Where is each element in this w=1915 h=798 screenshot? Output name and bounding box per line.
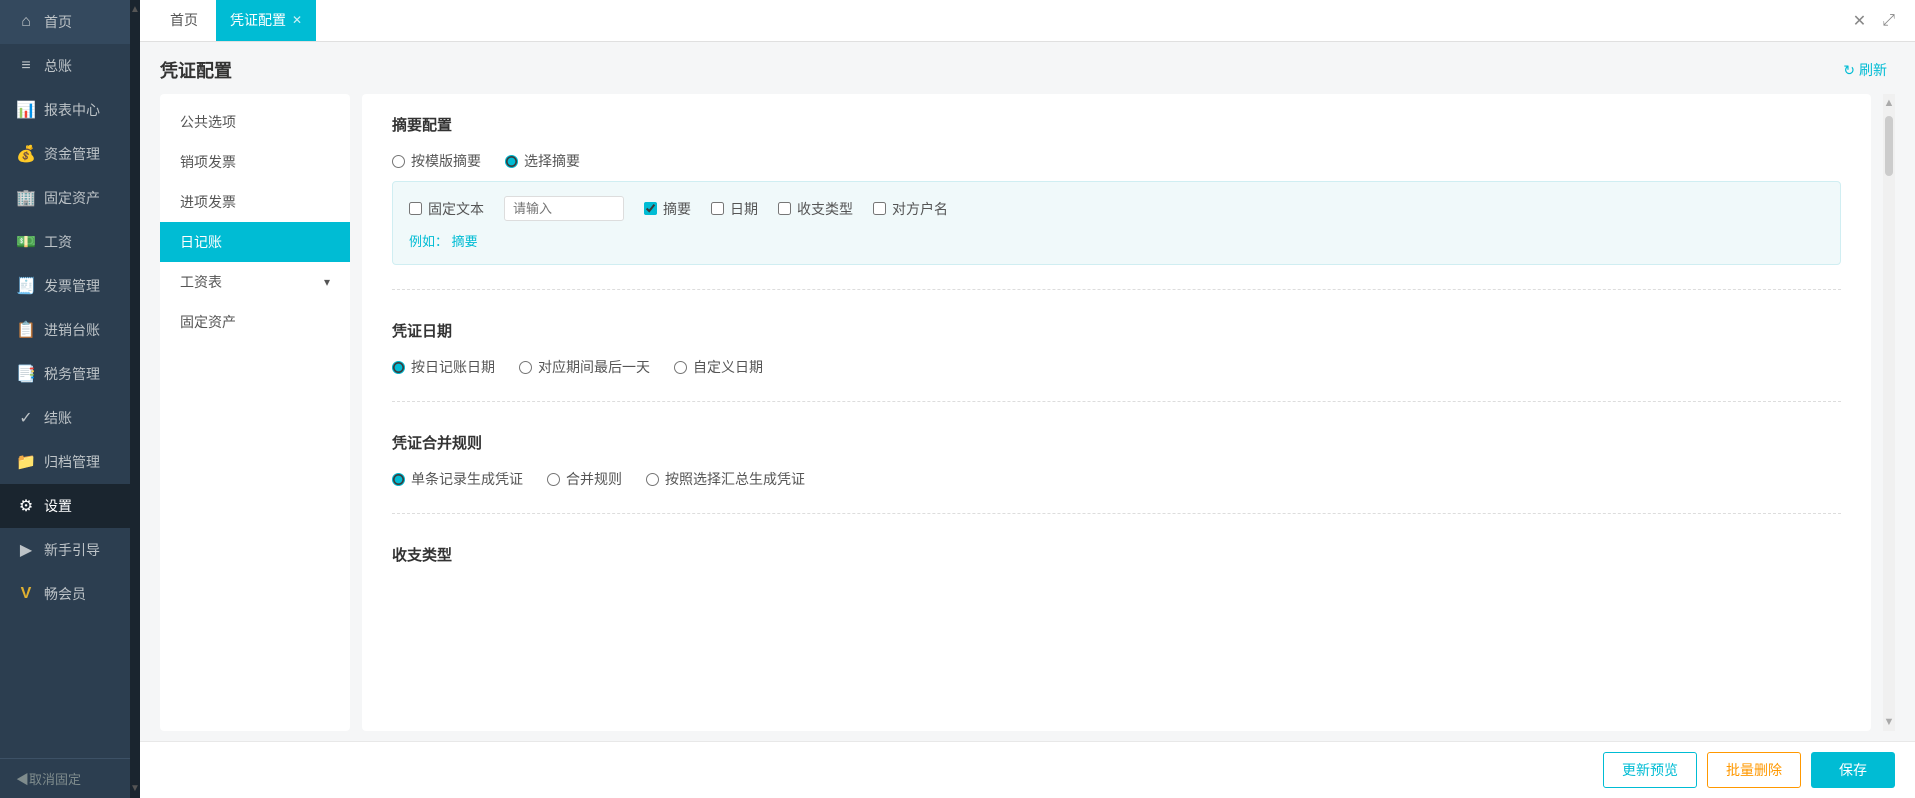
main-area: 首页 凭证配置 ✕ ✕ ⤢ 凭证配置 ↻ 刷新 公共选项 销项发票 进 <box>140 0 1915 798</box>
tab-close-window-button[interactable]: ✕ <box>1849 9 1870 33</box>
merge-radio-single[interactable]: 单条记录生成凭证 <box>392 469 523 489</box>
save-button[interactable]: 保存 <box>1811 752 1895 788</box>
summary-section-title: 摘要配置 <box>392 114 1841 135</box>
content-layout: 公共选项 销项发票 进项发票 日记账 工资表 ▾ 固定资产 摘要配置 <box>140 84 1915 741</box>
unpin-sidebar-button[interactable]: ◀取消固定 <box>0 758 130 798</box>
scroll-up-arrow[interactable]: ▲ <box>1884 94 1895 112</box>
voucher-date-section: 凭证日期 按日记账日期 对应期间最后一天 自定义日期 <box>392 320 1841 402</box>
summary-radio-template[interactable]: 按模版摘要 <box>392 151 481 171</box>
invoice-icon: 🧾 <box>16 276 36 296</box>
tab-resize-button[interactable]: ⤢ <box>1878 10 1899 32</box>
home-icon: ⌂ <box>16 13 36 31</box>
batch-delete-button[interactable]: 批量删除 <box>1707 752 1801 788</box>
purchase-icon: 📋 <box>16 320 36 340</box>
vip-icon: V <box>16 585 36 603</box>
summary-checkboxes: 固定文本 摘要 日期 收支类型 <box>409 196 1824 221</box>
update-preview-button[interactable]: 更新预览 <box>1603 752 1697 788</box>
left-nav-payroll[interactable]: 工资表 ▾ <box>160 262 350 302</box>
reports-icon: 📊 <box>16 100 36 120</box>
archive-icon: 📁 <box>16 452 36 472</box>
outer-scrollbar: ▲ ▼ <box>1883 94 1895 731</box>
left-nav: 公共选项 销项发票 进项发票 日记账 工资表 ▾ 固定资产 <box>160 94 350 731</box>
sidebar-item-funds[interactable]: 💰 资金管理 <box>0 132 130 176</box>
checkbox-counterpart-name[interactable]: 对方户名 <box>873 199 948 219</box>
checkbox-payment-type[interactable]: 收支类型 <box>778 199 853 219</box>
merge-rule-radio-group: 单条记录生成凭证 合并规则 按照选择汇总生成凭证 <box>392 469 1841 489</box>
left-nav-sales[interactable]: 销项发票 <box>160 142 350 182</box>
sidebar-scrollbar: ▲ ▼ <box>130 0 140 798</box>
sidebar-item-archive[interactable]: 📁 归档管理 <box>0 440 130 484</box>
refresh-icon: ↻ <box>1843 62 1855 79</box>
voucher-date-title: 凭证日期 <box>392 320 1841 341</box>
sidebar-item-invoice[interactable]: 🧾 发票管理 <box>0 264 130 308</box>
tax-icon: 📑 <box>16 364 36 384</box>
sidebar: ⌂ 首页 ≡ 总账 📊 报表中心 💰 资金管理 🏢 固定资产 💵 工资 🧾 发票… <box>0 0 130 798</box>
left-nav-journal[interactable]: 日记账 <box>160 222 350 262</box>
funds-icon: 💰 <box>16 144 36 164</box>
merge-rule-title: 凭证合并规则 <box>392 432 1841 453</box>
left-nav-fixed-assets[interactable]: 固定资产 <box>160 302 350 342</box>
settings-icon: ⚙ <box>16 496 36 516</box>
sidebar-scroll-up[interactable]: ▲ <box>130 4 140 15</box>
tab-bar: 首页 凭证配置 ✕ ✕ ⤢ <box>140 0 1915 42</box>
left-nav-common[interactable]: 公共选项 <box>160 102 350 142</box>
sidebar-item-guide[interactable]: ▶ 新手引导 <box>0 528 130 572</box>
scroll-thumb[interactable] <box>1885 116 1893 176</box>
page-title: 凭证配置 <box>160 57 232 83</box>
sidebar-item-assets[interactable]: 🏢 固定资产 <box>0 176 130 220</box>
sidebar-item-purchase[interactable]: 📋 进销台账 <box>0 308 130 352</box>
assets-icon: 🏢 <box>16 188 36 208</box>
chevron-down-icon: ▾ <box>324 275 330 289</box>
merge-radio-summary[interactable]: 按照选择汇总生成凭证 <box>646 469 805 489</box>
summary-section: 摘要配置 按模版摘要 选择摘要 固定文本 <box>392 114 1841 290</box>
summary-config-box: 固定文本 摘要 日期 收支类型 <box>392 181 1841 265</box>
checkout-icon: ✓ <box>16 408 36 428</box>
date-radio-journal[interactable]: 按日记账日期 <box>392 357 495 377</box>
sidebar-item-reports[interactable]: 📊 报表中心 <box>0 88 130 132</box>
sidebar-item-ledger[interactable]: ≡ 总账 <box>0 44 130 88</box>
checkbox-fixed-text[interactable]: 固定文本 <box>409 199 484 219</box>
right-panel: 摘要配置 按模版摘要 选择摘要 固定文本 <box>362 94 1871 731</box>
tab-actions: ✕ ⤢ <box>1849 9 1899 33</box>
date-radio-custom[interactable]: 自定义日期 <box>674 357 763 377</box>
scroll-down-arrow[interactable]: ▼ <box>1884 713 1895 731</box>
date-radio-last-day[interactable]: 对应期间最后一天 <box>519 357 650 377</box>
tab-close-icon[interactable]: ✕ <box>292 13 302 27</box>
refresh-button[interactable]: ↻ 刷新 <box>1835 56 1895 84</box>
left-nav-purchase[interactable]: 进项发票 <box>160 182 350 222</box>
ledger-icon: ≡ <box>16 57 36 75</box>
sidebar-item-vip[interactable]: V 畅会员 <box>0 572 130 616</box>
checkbox-date[interactable]: 日期 <box>711 199 758 219</box>
sidebar-scroll-down[interactable]: ▼ <box>130 783 140 794</box>
collection-type-section: 收支类型 <box>392 544 1841 605</box>
collection-type-title: 收支类型 <box>392 544 1841 565</box>
guide-icon: ▶ <box>16 540 36 560</box>
salary-icon: 💵 <box>16 232 36 252</box>
page-header: 凭证配置 ↻ 刷新 <box>140 42 1915 84</box>
summary-radio-group: 按模版摘要 选择摘要 <box>392 151 1841 171</box>
sidebar-item-salary[interactable]: 💵 工资 <box>0 220 130 264</box>
fixed-text-input[interactable] <box>504 196 624 221</box>
merge-radio-merge[interactable]: 合并规则 <box>547 469 622 489</box>
tab-voucher-config[interactable]: 凭证配置 ✕ <box>216 0 316 41</box>
merge-rule-section: 凭证合并规则 单条记录生成凭证 合并规则 按照选择汇总生成凭证 <box>392 432 1841 514</box>
bottom-bar: 更新预览 批量删除 保存 <box>140 741 1915 798</box>
sidebar-item-settings[interactable]: ⚙ 设置 <box>0 484 130 528</box>
voucher-date-radio-group: 按日记账日期 对应期间最后一天 自定义日期 <box>392 357 1841 377</box>
summary-radio-select[interactable]: 选择摘要 <box>505 151 580 171</box>
sidebar-item-tax[interactable]: 📑 税务管理 <box>0 352 130 396</box>
checkbox-summary[interactable]: 摘要 <box>644 199 691 219</box>
sidebar-item-home[interactable]: ⌂ 首页 <box>0 0 130 44</box>
example-text: 例如： 摘要 <box>409 231 1824 250</box>
sidebar-item-checkout[interactable]: ✓ 结账 <box>0 396 130 440</box>
tab-home[interactable]: 首页 <box>156 0 212 41</box>
